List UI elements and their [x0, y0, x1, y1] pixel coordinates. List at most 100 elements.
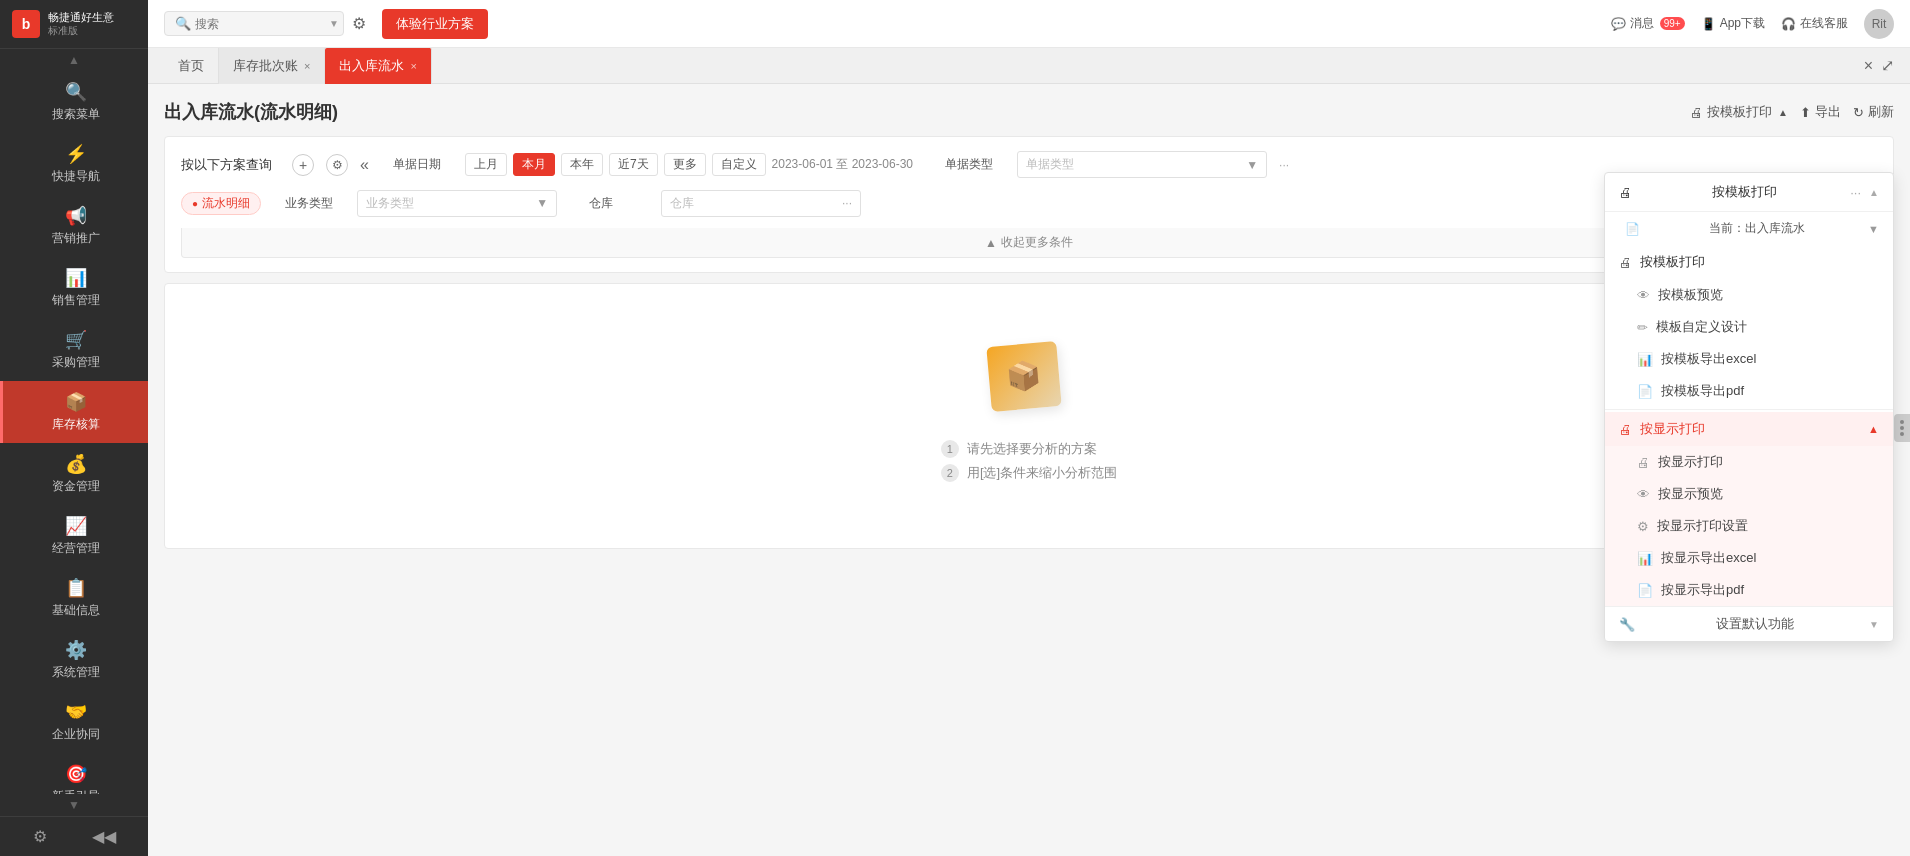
- export-btn[interactable]: ⬆ 导出: [1800, 103, 1841, 121]
- date-btn-custom[interactable]: 自定义: [712, 153, 766, 176]
- print-template-btn[interactable]: 🖨 按模板打印 ▲: [1690, 103, 1788, 121]
- export-label: 导出: [1815, 103, 1841, 121]
- display-print-label: 按显示打印: [1658, 453, 1723, 471]
- sidebar-settings-btn[interactable]: ⚙: [33, 827, 47, 846]
- tab-close-all-btn[interactable]: ×: [1864, 57, 1873, 75]
- sidebar-logo: b 畅捷通好生意 标准版: [0, 0, 148, 49]
- tab-maximize-btn[interactable]: ⤢: [1881, 56, 1894, 75]
- chevron-down-icon: ▼: [1868, 223, 1879, 235]
- sidebar-collapse-btn[interactable]: ◀◀: [92, 827, 116, 846]
- sidebar-item-operation[interactable]: 📈 经营管理: [0, 505, 148, 567]
- dropdown-header: 🖨 按模板打印 ··· ▲: [1605, 173, 1893, 212]
- tab-batch-ledger-label: 库存批次账: [233, 57, 298, 75]
- sidebar-item-purchase[interactable]: 🛒 采购管理: [0, 319, 148, 381]
- filter-add-btn[interactable]: +: [292, 154, 314, 176]
- sidebar-item-guide[interactable]: 🎯 新手引导: [0, 753, 148, 794]
- tab-batch-ledger-close[interactable]: ×: [304, 60, 310, 72]
- sidebar-item-label: 采购管理: [52, 354, 100, 371]
- right-edge-toggle[interactable]: [1894, 414, 1910, 442]
- refresh-icon: ↻: [1853, 105, 1864, 120]
- display-preview-item[interactable]: 👁 按显示预览: [1605, 478, 1893, 510]
- date-btn-more[interactable]: 更多: [664, 153, 706, 176]
- tab-bar: 首页 库存批次账 × 出入库流水 × × ⤢: [148, 48, 1910, 84]
- warehouse-select[interactable]: 仓库 ···: [661, 190, 861, 217]
- search-icon: 🔍: [175, 16, 191, 31]
- refresh-btn[interactable]: ↻ 刷新: [1853, 103, 1894, 121]
- template-preview-label: 按模板预览: [1658, 286, 1723, 304]
- app-logo-icon: b: [12, 10, 40, 38]
- display-export-excel-label: 按显示导出excel: [1661, 549, 1756, 567]
- sidebar-item-quick-nav[interactable]: ⚡ 快捷导航: [0, 133, 148, 195]
- current-label: 当前：出入库流水: [1709, 220, 1805, 237]
- active-filter-tag[interactable]: ● 流水明细: [181, 192, 261, 215]
- date-btn-this-month[interactable]: 本月: [513, 153, 555, 176]
- empty-step-1: 1 请先选择要分析的方案: [941, 440, 1117, 458]
- dropdown-header-icon: 🖨: [1619, 185, 1632, 200]
- display-print-section: 🖨 按显示打印 ▲ 🖨 按显示打印 👁 按显示预览 ⚙ 按显示打印设置: [1605, 412, 1893, 606]
- template-export-pdf-item[interactable]: 📄 按模板导出pdf: [1605, 375, 1893, 407]
- excel-icon: 📊: [1637, 352, 1653, 367]
- topbar-settings-icon[interactable]: ⚙: [352, 14, 366, 33]
- tab-bar-actions: × ⤢: [1864, 56, 1894, 75]
- more-dots-warehouse[interactable]: ···: [842, 196, 852, 210]
- display-print-settings-item[interactable]: ⚙ 按显示打印设置: [1605, 510, 1893, 542]
- template-customize-label: 模板自定义设计: [1656, 318, 1747, 336]
- tab-batch-ledger[interactable]: 库存批次账 ×: [219, 48, 325, 84]
- sidebar-item-search[interactable]: 🔍 搜索菜单: [0, 71, 148, 133]
- tab-stock-flow[interactable]: 出入库流水 ×: [325, 48, 431, 84]
- app-download-label: App下载: [1720, 15, 1765, 32]
- refresh-label: 刷新: [1868, 103, 1894, 121]
- tab-stock-flow-close[interactable]: ×: [410, 60, 416, 72]
- empty-icon: 📦: [989, 344, 1069, 424]
- more-dots-icon[interactable]: ···: [1850, 185, 1861, 200]
- sidebar-item-label: 销售管理: [52, 292, 100, 309]
- date-btn-7days[interactable]: 近7天: [609, 153, 658, 176]
- more-dots[interactable]: ···: [1279, 158, 1289, 172]
- display-export-excel-item[interactable]: 📊 按显示导出excel: [1605, 542, 1893, 574]
- sidebar-item-finance[interactable]: 💰 资金管理: [0, 443, 148, 505]
- sidebar-item-inventory[interactable]: 📦 库存核算: [0, 381, 148, 443]
- user-avatar[interactable]: Rit: [1864, 9, 1894, 39]
- business-type-select[interactable]: 业务类型 ▼: [357, 190, 557, 217]
- filter-title: 按以下方案查询: [181, 156, 272, 174]
- sidebar-item-enterprise[interactable]: 🤝 企业协同: [0, 691, 148, 753]
- message-btn[interactable]: 💬 消息 99+: [1611, 15, 1685, 32]
- sidebar-item-sales[interactable]: 📊 销售管理: [0, 257, 148, 319]
- current-template-row[interactable]: 📄 当前：出入库流水 ▼: [1605, 212, 1893, 245]
- sidebar-item-basic[interactable]: 📋 基础信息: [0, 567, 148, 629]
- printer-icon: 🖨: [1637, 455, 1650, 470]
- template-export-excel-item[interactable]: 📊 按模板导出excel: [1605, 343, 1893, 375]
- sidebar-item-label: 资金管理: [52, 478, 100, 495]
- message-icon: 💬: [1611, 17, 1626, 31]
- tab-home-label: 首页: [178, 57, 204, 75]
- display-print-item[interactable]: 🖨 按显示打印: [1605, 446, 1893, 478]
- dropdown-footer[interactable]: 🔧 设置默认功能 ▼: [1605, 606, 1893, 641]
- app-download-btn[interactable]: 📱 App下载: [1701, 15, 1765, 32]
- display-export-pdf-item[interactable]: 📄 按显示导出pdf: [1605, 574, 1893, 606]
- chevron-up-icon[interactable]: ▲: [1869, 187, 1879, 198]
- template-preview-item[interactable]: 👁 按模板预览: [1605, 279, 1893, 311]
- voucher-type-select[interactable]: 单据类型 ▼: [1017, 151, 1267, 178]
- sidebar-item-label: 营销推广: [52, 230, 100, 247]
- marketing-icon: 📢: [65, 205, 87, 227]
- sidebar-item-marketing[interactable]: 📢 营销推广: [0, 195, 148, 257]
- search-input[interactable]: [195, 17, 325, 31]
- trial-btn[interactable]: 体验行业方案: [382, 9, 488, 39]
- display-print-section-header[interactable]: 🖨 按显示打印 ▲: [1605, 412, 1893, 446]
- template-print-section[interactable]: 🖨 按模板打印: [1605, 245, 1893, 279]
- sidebar-scroll-up[interactable]: ▲: [0, 49, 148, 71]
- filter-collapse-btn[interactable]: «: [360, 156, 369, 174]
- step-num-1: 1: [941, 440, 959, 458]
- filter-gear-btn[interactable]: ⚙: [326, 154, 348, 176]
- sidebar-item-system[interactable]: ⚙️ 系统管理: [0, 629, 148, 691]
- topbar-search-box[interactable]: 🔍 ▼: [164, 11, 344, 36]
- date-btn-this-year[interactable]: 本年: [561, 153, 603, 176]
- tab-home[interactable]: 首页: [164, 48, 219, 84]
- empty-step-2: 2 用[选]条件来缩小分析范围: [941, 464, 1117, 482]
- template-customize-item[interactable]: ✏ 模板自定义设计: [1605, 311, 1893, 343]
- date-btn-last-month[interactable]: 上月: [465, 153, 507, 176]
- template-icon: 📄: [1625, 222, 1640, 236]
- system-icon: ⚙️: [65, 639, 87, 661]
- online-service-btn[interactable]: 🎧 在线客服: [1781, 15, 1848, 32]
- sidebar-scroll-down[interactable]: ▼: [0, 794, 148, 816]
